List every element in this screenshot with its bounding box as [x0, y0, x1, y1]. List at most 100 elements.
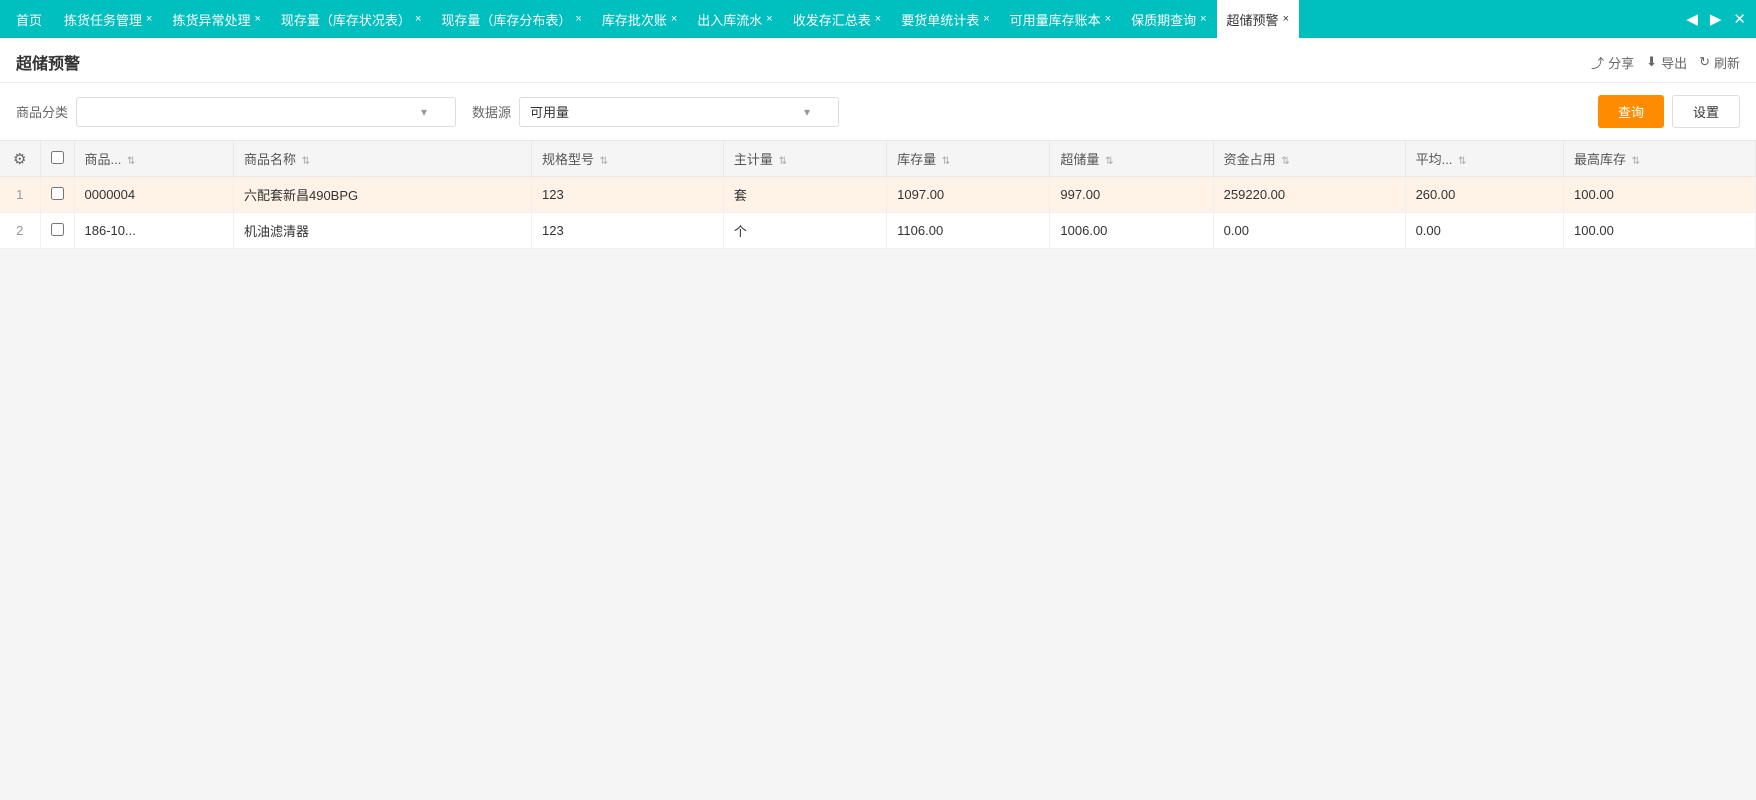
sort-icon-code: ⇅ — [127, 156, 135, 167]
category-label: 商品分类 — [16, 102, 68, 121]
sort-icon-capital: ⇅ — [1281, 156, 1289, 167]
nav-tab-shoufacun[interactable]: 收发存汇总表 × — [783, 0, 891, 38]
datasource-label: 数据源 — [472, 102, 511, 121]
top-navigation: 首页 拣货任务管理 × 拣货异常处理 × 现存量（库存状况表） × 现存量（库存… — [0, 0, 1756, 38]
row-number: 1 — [0, 177, 40, 213]
th-product-code[interactable]: 商品... ⇅ — [74, 141, 233, 177]
th-settings[interactable]: ⚙ — [0, 141, 40, 177]
export-icon: ⬇ — [1646, 54, 1657, 70]
category-filter: 商品分类 ▾ — [16, 97, 456, 127]
nav-tab-keyongliang[interactable]: 可用量库存账本 × — [1000, 0, 1121, 38]
share-icon: ⤴ — [1591, 53, 1604, 72]
filter-row: 商品分类 ▾ 数据源 可用量 ▾ 查询 设置 — [0, 83, 1756, 140]
nav-tab-jianhuo-yichang[interactable]: 拣货异常处理 × — [162, 0, 270, 38]
refresh-icon: ↻ — [1699, 54, 1710, 70]
nav-tab-jianghuo[interactable]: 拣货任务管理 × — [54, 0, 162, 38]
sort-icon-unit: ⇅ — [779, 156, 787, 167]
cell-product-code: 186-10... — [74, 213, 233, 249]
sort-icon-max: ⇅ — [1632, 156, 1640, 167]
export-button[interactable]: ⬇ 导出 — [1646, 53, 1687, 72]
cell-spec: 123 — [532, 177, 724, 213]
nav-close-all[interactable]: ✕ — [1727, 10, 1752, 28]
close-tab-2[interactable]: × — [415, 13, 421, 25]
nav-prev-arrow[interactable]: ◀ — [1680, 10, 1704, 28]
close-tab-8[interactable]: × — [1105, 13, 1111, 25]
datasource-filter: 数据源 可用量 ▾ — [472, 97, 839, 127]
cell-product-name: 机油滤清器 — [233, 213, 531, 249]
nav-tab-yaohuo[interactable]: 要货单统计表 × — [891, 0, 999, 38]
table-header-row: ⚙ 商品... ⇅ 商品名称 ⇅ 规格型号 ⇅ — [0, 141, 1756, 177]
table-row: 1 0000004 六配套新昌490BPG 123 套 1097.00 997.… — [0, 177, 1756, 213]
row-number: 2 — [0, 213, 40, 249]
th-product-name[interactable]: 商品名称 ⇅ — [233, 141, 531, 177]
row-checkbox[interactable] — [51, 223, 64, 236]
sort-icon-overstock: ⇅ — [1105, 156, 1113, 167]
cell-max-stock: 100.00 — [1564, 177, 1756, 213]
cell-product-code: 0000004 — [74, 177, 233, 213]
th-stock[interactable]: 库存量 ⇅ — [887, 141, 1050, 177]
datasource-value: 可用量 — [530, 102, 569, 121]
th-max-stock[interactable]: 最高库存 ⇅ — [1564, 141, 1756, 177]
row-checkbox-cell[interactable] — [40, 213, 74, 249]
cell-spec: 123 — [532, 213, 724, 249]
share-button[interactable]: ⤴ 分享 — [1591, 53, 1634, 72]
category-select[interactable]: ▾ — [76, 97, 456, 127]
cell-product-name: 六配套新昌490BPG — [233, 177, 531, 213]
close-tab-6[interactable]: × — [875, 13, 881, 25]
nav-tab-xiancunliang1[interactable]: 现存量（库存状况表） × — [271, 0, 431, 38]
select-all-checkbox[interactable] — [51, 151, 64, 164]
cell-avg: 0.00 — [1405, 213, 1563, 249]
nav-tab-churu-liushui[interactable]: 出入库流水 × — [687, 0, 782, 38]
cell-unit: 套 — [723, 177, 886, 213]
cell-stock: 1106.00 — [887, 213, 1050, 249]
th-capital[interactable]: 资金占用 ⇅ — [1213, 141, 1405, 177]
cell-stock: 1097.00 — [887, 177, 1050, 213]
row-checkbox[interactable] — [51, 187, 64, 200]
nav-tab-kucun-pizhang[interactable]: 库存批次账 × — [592, 0, 687, 38]
cell-unit: 个 — [723, 213, 886, 249]
category-dropdown-icon: ▾ — [421, 105, 427, 119]
table-row: 2 186-10... 机油滤清器 123 个 1106.00 1006.00 … — [0, 213, 1756, 249]
cell-capital: 259220.00 — [1213, 177, 1405, 213]
sort-icon-avg: ⇅ — [1458, 156, 1466, 167]
page-title: 超储预警 — [16, 50, 80, 74]
close-tab-0[interactable]: × — [146, 13, 152, 25]
sort-icon-stock: ⇅ — [942, 156, 950, 167]
close-tab-10[interactable]: × — [1283, 13, 1289, 25]
th-avg[interactable]: 平均... ⇅ — [1405, 141, 1563, 177]
close-tab-3[interactable]: × — [575, 13, 581, 25]
th-overstock[interactable]: 超储量 ⇅ — [1050, 141, 1213, 177]
close-tab-5[interactable]: × — [766, 13, 772, 25]
cell-avg: 260.00 — [1405, 177, 1563, 213]
close-tab-1[interactable]: × — [254, 13, 260, 25]
nav-tab-chaochuyujing[interactable]: 超储预警 × — [1217, 0, 1299, 38]
th-unit[interactable]: 主计量 ⇅ — [723, 141, 886, 177]
th-checkbox[interactable] — [40, 141, 74, 177]
cell-overstock: 997.00 — [1050, 177, 1213, 213]
table-container: ⚙ 商品... ⇅ 商品名称 ⇅ 规格型号 ⇅ — [0, 140, 1756, 249]
nav-tab-xiancunliang2[interactable]: 现存量（库存分布表） × — [431, 0, 591, 38]
close-tab-7[interactable]: × — [983, 13, 989, 25]
close-tab-9[interactable]: × — [1200, 13, 1206, 25]
settings-gear-icon[interactable]: ⚙ — [13, 151, 26, 168]
sort-icon-name: ⇅ — [302, 156, 310, 167]
filter-buttons: 查询 设置 — [1598, 95, 1740, 128]
close-tab-4[interactable]: × — [671, 13, 677, 25]
nav-home[interactable]: 首页 — [4, 0, 54, 38]
sort-icon-spec: ⇅ — [600, 156, 608, 167]
settings-button[interactable]: 设置 — [1672, 95, 1740, 128]
datasource-select[interactable]: 可用量 ▾ — [519, 97, 839, 127]
header-actions: ⤴ 分享 ⬇ 导出 ↻ 刷新 — [1591, 53, 1740, 72]
cell-max-stock: 100.00 — [1564, 213, 1756, 249]
page-container: 超储预警 ⤴ 分享 ⬇ 导出 ↻ 刷新 商品分类 ▾ 数据源 — [0, 38, 1756, 249]
datasource-dropdown-icon: ▾ — [804, 105, 810, 119]
cell-capital: 0.00 — [1213, 213, 1405, 249]
refresh-button[interactable]: ↻ 刷新 — [1699, 53, 1740, 72]
nav-next-arrow[interactable]: ▶ — [1704, 10, 1728, 28]
cell-overstock: 1006.00 — [1050, 213, 1213, 249]
th-spec[interactable]: 规格型号 ⇅ — [532, 141, 724, 177]
query-button[interactable]: 查询 — [1598, 95, 1664, 128]
nav-tab-baozhi[interactable]: 保质期查询 × — [1121, 0, 1216, 38]
nav-arrow-group: ◀ ▶ ✕ — [1680, 10, 1752, 28]
row-checkbox-cell[interactable] — [40, 177, 74, 213]
